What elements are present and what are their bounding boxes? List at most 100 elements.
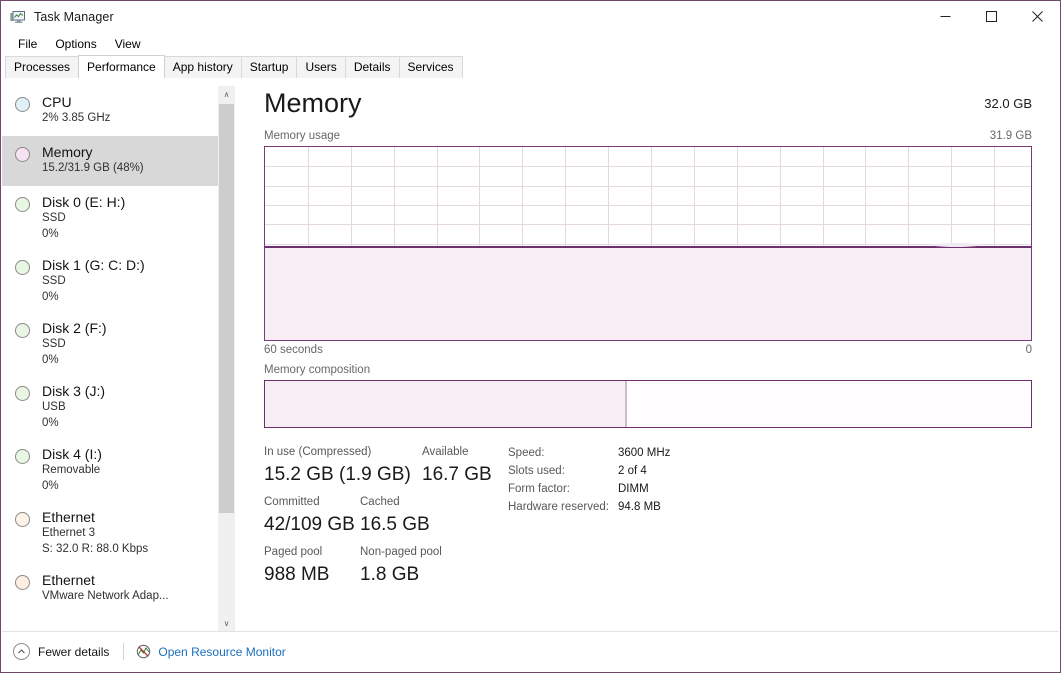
menu-item-view[interactable]: View	[106, 35, 150, 53]
sidebar-item-ethernet[interactable]: EthernetEthernet 3S: 32.0 R: 88.0 Kbps	[2, 501, 218, 564]
sidebar-item-sublabel: Ethernet 3	[42, 526, 212, 542]
sidebar-item-indicator-icon	[15, 97, 30, 112]
detail-row: Speed:3600 MHz	[508, 444, 1032, 462]
grid-line-horizontal	[265, 166, 1031, 167]
memory-usage-graph[interactable]	[264, 146, 1032, 341]
sidebar-item-sublabel: Removable	[42, 463, 212, 479]
memory-usage-line	[265, 246, 1031, 248]
close-button[interactable]	[1014, 1, 1060, 32]
sidebar-item-memory[interactable]: Memory15.2/31.9 GB (48%)	[2, 136, 218, 186]
task-manager-window: Task Manager File Options View Processes…	[0, 0, 1061, 673]
sidebar-item-indicator-icon	[15, 449, 30, 464]
detail-value: 3600 MHz	[618, 444, 670, 462]
tab-performance[interactable]: Performance	[78, 55, 165, 78]
window-controls	[922, 1, 1060, 32]
sidebar-item-indicator-icon	[15, 260, 30, 275]
open-resource-monitor-link[interactable]: Open Resource Monitor	[158, 645, 285, 659]
composition-available-segment	[627, 381, 1031, 427]
performance-sidebar[interactable]: CPU2% 3.85 GHzMemory15.2/31.9 GB (48%)Di…	[2, 86, 218, 632]
detail-row: Hardware reserved:94.8 MB	[508, 498, 1032, 516]
sidebar-item-sublabel: SSD	[42, 274, 212, 290]
stat-in-use-label: In use (Compressed)	[264, 444, 416, 461]
graph-caption: Memory usage	[264, 128, 340, 144]
sidebar-item-indicator-icon	[15, 386, 30, 401]
sidebar-item-ethernet[interactable]: EthernetVMware Network Adap...	[2, 564, 218, 614]
stats-left-column: In use (Compressed) 15.2 GB (1.9 GB) Ava…	[264, 444, 504, 594]
detail-row: Slots used:2 of 4	[508, 462, 1032, 480]
pane-header: Memory 32.0 GB	[236, 86, 1060, 128]
sidebar-item-sublabel: SSD	[42, 337, 212, 353]
sidebar-scrollbar[interactable]: ∧ ∨	[218, 86, 235, 632]
sidebar-item-label: Disk 1 (G: C: D:)	[42, 256, 212, 274]
tab-details[interactable]: Details	[345, 56, 400, 78]
stats-row-3: Paged pool 988 MB Non-paged pool 1.8 GB	[264, 544, 504, 594]
memory-total: 32.0 GB	[984, 86, 1032, 122]
grid-line-horizontal	[265, 224, 1031, 225]
stat-cached-label: Cached	[360, 494, 430, 511]
stat-non-paged-pool-label: Non-paged pool	[360, 544, 442, 561]
sidebar-item-sublabel: VMware Network Adap...	[42, 589, 212, 605]
detail-key: Slots used:	[508, 462, 618, 480]
tab-startup[interactable]: Startup	[241, 56, 298, 78]
tab-services[interactable]: Services	[399, 56, 463, 78]
menu-item-file[interactable]: File	[9, 35, 46, 53]
grid-line-horizontal	[265, 186, 1031, 187]
sidebar-item-cpu[interactable]: CPU2% 3.85 GHz	[2, 86, 218, 136]
stat-available: Available 16.7 GB	[416, 444, 492, 488]
tab-users[interactable]: Users	[296, 56, 345, 78]
maximize-button[interactable]	[968, 1, 1014, 32]
stat-committed: Committed 42/109 GB	[264, 494, 352, 538]
minimize-button[interactable]	[922, 1, 968, 32]
stat-paged-pool-value: 988 MB	[264, 561, 352, 588]
sidebar-item-disk-0-e-h[interactable]: Disk 0 (E: H:)SSD0%	[2, 186, 218, 249]
scroll-up-arrow-icon[interactable]: ∧	[218, 86, 235, 103]
menu-item-options[interactable]: Options	[46, 35, 105, 53]
axis-right-label: 0	[1026, 342, 1032, 358]
detail-key: Hardware reserved:	[508, 498, 618, 516]
axis-left-label: 60 seconds	[264, 342, 323, 358]
tab-app-history[interactable]: App history	[164, 56, 242, 78]
sidebar-item-label: Disk 3 (J:)	[42, 382, 212, 400]
page-title: Memory	[264, 86, 362, 120]
detail-value: 2 of 4	[618, 462, 647, 480]
fewer-details-button[interactable]: Fewer details	[38, 645, 109, 659]
sidebar-item-disk-2-f[interactable]: Disk 2 (F:)SSD0%	[2, 312, 218, 375]
memory-composition-bar[interactable]	[264, 380, 1032, 428]
sidebar-item-disk-4-i[interactable]: Disk 4 (I:)Removable0%	[2, 438, 218, 501]
scrollbar-thumb[interactable]	[219, 104, 234, 513]
chevron-up-icon[interactable]	[13, 643, 30, 660]
memory-detail-pane: Memory 32.0 GB Memory usage 31.9 GB 60 s…	[236, 86, 1060, 632]
memory-stats: In use (Compressed) 15.2 GB (1.9 GB) Ava…	[236, 444, 1060, 594]
scroll-down-arrow-icon[interactable]: ∨	[218, 615, 235, 632]
tab-processes[interactable]: Processes	[5, 56, 79, 78]
title-bar: Task Manager	[1, 1, 1060, 32]
graph-caption-row: Memory usage 31.9 GB	[236, 128, 1060, 144]
tab-bar: Processes Performance App history Startu…	[1, 55, 1060, 78]
sidebar-item-indicator-icon	[15, 323, 30, 338]
sidebar-item-disk-1-g-c-d[interactable]: Disk 1 (G: C: D:)SSD0%	[2, 249, 218, 312]
sidebar-item-label: Disk 4 (I:)	[42, 445, 212, 463]
sidebar-item-label: Ethernet	[42, 508, 212, 526]
sidebar-item-sublabel: 15.2/31.9 GB (48%)	[42, 161, 212, 177]
detail-key: Form factor:	[508, 480, 618, 498]
sidebar-item-sublabel: 0%	[42, 479, 212, 495]
sidebar-item-sublabel: 2% 3.85 GHz	[42, 111, 212, 127]
task-manager-icon	[10, 9, 26, 25]
composition-in-use-segment	[265, 381, 625, 427]
detail-value: 94.8 MB	[618, 498, 661, 516]
sidebar-item-indicator-icon	[15, 147, 30, 162]
memory-usage-area	[265, 248, 1031, 340]
stat-non-paged-pool-value: 1.8 GB	[360, 561, 442, 588]
stat-available-label: Available	[422, 444, 492, 461]
stat-paged-pool: Paged pool 988 MB	[264, 544, 352, 588]
sidebar-item-label: CPU	[42, 93, 212, 111]
menu-bar: File Options View	[1, 32, 1060, 55]
sidebar-item-label: Disk 0 (E: H:)	[42, 193, 212, 211]
composition-caption: Memory composition	[236, 358, 1060, 378]
stat-cached: Cached 16.5 GB	[352, 494, 430, 538]
sidebar-item-disk-3-j[interactable]: Disk 3 (J:)USB0%	[2, 375, 218, 438]
sidebar-item-sublabel: 0%	[42, 416, 212, 432]
stats-row-2: Committed 42/109 GB Cached 16.5 GB	[264, 494, 504, 544]
footer-divider	[123, 643, 124, 660]
stat-cached-value: 16.5 GB	[360, 511, 430, 538]
